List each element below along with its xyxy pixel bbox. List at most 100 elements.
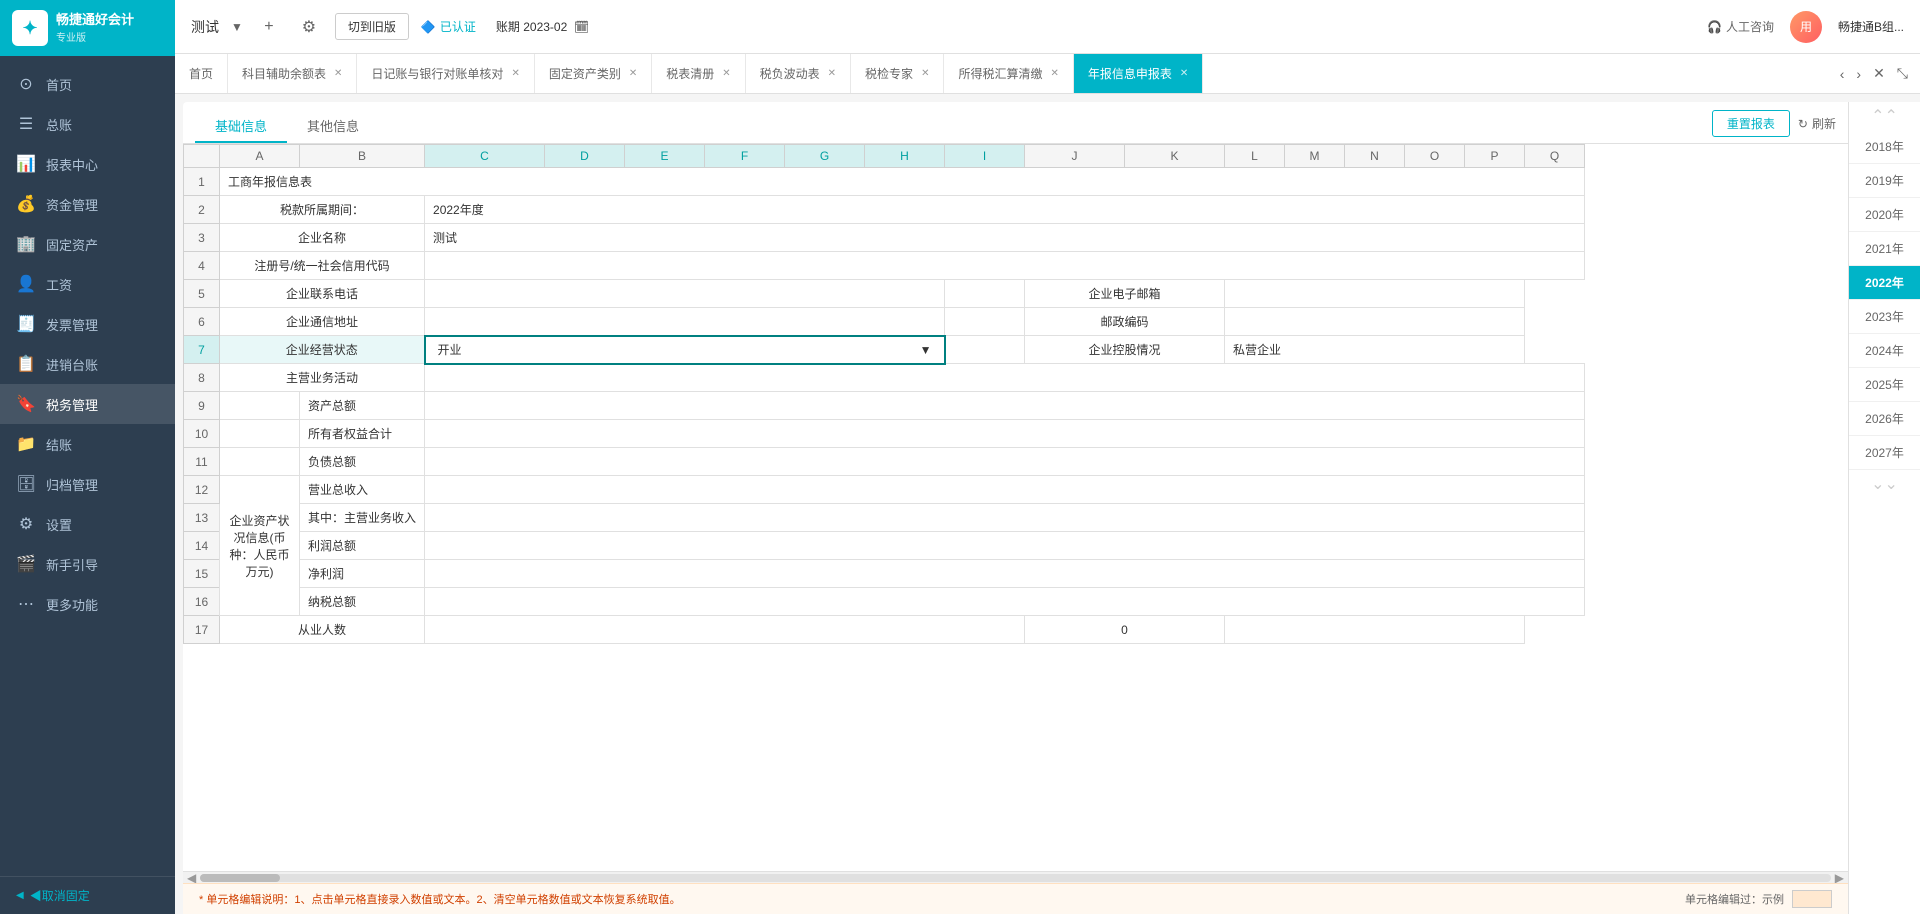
employees-num-cell[interactable]: 0 [1025, 616, 1225, 644]
service-button[interactable]: 🎧 人工咨询 [1707, 18, 1774, 35]
scrollbar-thumb[interactable] [200, 874, 280, 882]
table-row: 9 资产总额 [184, 392, 1585, 420]
tab-prev-button[interactable]: ‹ [1836, 62, 1849, 86]
tab-expand-button[interactable]: ⤡ [1893, 61, 1912, 86]
nav-item-reports[interactable]: 📊 报表中心 [0, 144, 175, 184]
nav-item-tax[interactable]: 🔖 税务管理 [0, 384, 175, 424]
scrollbar-track[interactable] [200, 874, 1831, 882]
holding-value-cell[interactable]: 私营企业 [1225, 336, 1525, 364]
horizontal-scrollbar[interactable]: ◀ ▶ [183, 871, 1848, 883]
nav-item-assets[interactable]: 🏢 固定资产 [0, 224, 175, 264]
year-item-2023[interactable]: 2023年 [1849, 300, 1920, 334]
nav-item-more[interactable]: ⋯ 更多功能 [0, 584, 175, 624]
nav-item-funds[interactable]: 💰 资金管理 [0, 184, 175, 224]
equity-value-cell[interactable] [425, 420, 1585, 448]
sidebar-collapse-btn[interactable]: ◀ ◀取消固定 [0, 876, 175, 914]
year-item-2021[interactable]: 2021年 [1849, 232, 1920, 266]
email-value-cell[interactable] [1225, 280, 1525, 308]
nav-item-settings[interactable]: ⚙ 设置 [0, 504, 175, 544]
year-item-2024[interactable]: 2024年 [1849, 334, 1920, 368]
tab-close-icon[interactable]: ✕ [511, 68, 519, 79]
net-profit-label-cell: 净利润 [300, 560, 425, 588]
period-value: 2023-02 [523, 20, 567, 34]
year-item-2025[interactable]: 2025年 [1849, 368, 1920, 402]
year-item-2020[interactable]: 2020年 [1849, 198, 1920, 232]
biz-status-value-cell[interactable]: 开业 ▼ [425, 336, 945, 364]
company-name: 测试 [191, 17, 219, 37]
postcode-value-cell[interactable] [1225, 308, 1525, 336]
main-revenue-value-cell[interactable] [425, 504, 1585, 532]
report-title[interactable]: 工商年报信息表 [220, 168, 1585, 196]
year-item-2027[interactable]: 2027年 [1849, 436, 1920, 470]
company-dropdown-icon[interactable]: ▼ [231, 20, 243, 34]
year-item-2019[interactable]: 2019年 [1849, 164, 1920, 198]
nav-label: 首页 [46, 75, 72, 94]
col-header-n: N [1345, 145, 1405, 168]
tab-other-info[interactable]: 其他信息 [287, 110, 379, 143]
profit-value-cell[interactable] [425, 532, 1585, 560]
nav-item-closing[interactable]: 📁 结账 [0, 424, 175, 464]
tab-auxiliary-balance[interactable]: 科目辅助余额表 ✕ [228, 54, 357, 93]
liabilities-value-cell[interactable] [425, 448, 1585, 476]
nav-label: 固定资产 [46, 235, 98, 254]
spreadsheet-container[interactable]: A B C D E F G H I J K L M [183, 144, 1848, 871]
liabilities-label-cell: 负债总额 [300, 448, 425, 476]
net-profit-value-cell[interactable] [425, 560, 1585, 588]
total-revenue-value-cell[interactable] [425, 476, 1585, 504]
corner-header [184, 145, 220, 168]
tab-close-all-button[interactable]: ✕ [1869, 61, 1889, 86]
tab-bank-reconciliation[interactable]: 日记账与银行对账单核对 ✕ [357, 54, 534, 93]
tab-tax-fluctuation[interactable]: 税负波动表 ✕ [746, 54, 851, 93]
tab-annual-report[interactable]: 年报信息申报表 ✕ [1074, 54, 1203, 93]
tab-close-icon[interactable]: ✕ [828, 68, 836, 79]
table-row: 2 税款所属期间： 2022年度 [184, 196, 1585, 224]
tab-home[interactable]: 首页 [175, 54, 228, 93]
address-value-cell[interactable] [425, 308, 945, 336]
tab-tax-register[interactable]: 税表清册 ✕ [652, 54, 745, 93]
year-item-2022[interactable]: 2022年 [1849, 266, 1920, 300]
tab-close-icon[interactable]: ✕ [629, 68, 637, 79]
tab-fixed-assets-category[interactable]: 固定资产类别 ✕ [535, 54, 652, 93]
period-value-cell[interactable]: 2022年度 [425, 196, 1585, 224]
year-item-2018[interactable]: 2018年 [1849, 130, 1920, 164]
row-num: 12 [184, 476, 220, 504]
add-button[interactable]: + [255, 13, 283, 41]
nav-item-invoice[interactable]: 🧾 发票管理 [0, 304, 175, 344]
years-scroll-down-btn[interactable]: ⌄ ⌄ [1849, 470, 1920, 498]
nav-item-archive[interactable]: 🗄 归档管理 [0, 464, 175, 504]
nav-item-ledger[interactable]: ☰ 总账 [0, 104, 175, 144]
tax-icon: 🔖 [16, 394, 36, 414]
tab-close-icon[interactable]: ✕ [921, 68, 929, 79]
tab-close-icon[interactable]: ✕ [334, 68, 342, 79]
tab-tax-expert[interactable]: 税检专家 ✕ [851, 54, 944, 93]
tab-income-tax[interactable]: 所得税汇算清缴 ✕ [944, 54, 1073, 93]
settings-gear-button[interactable]: ⚙ [295, 13, 323, 41]
old-version-button[interactable]: 切到旧版 [335, 13, 409, 40]
app-name: 畅捷通好会计 [56, 12, 134, 29]
company-value-cell[interactable]: 测试 [425, 224, 1585, 252]
nav-item-home[interactable]: ⊙ 首页 [0, 64, 175, 104]
tab-close-icon[interactable]: ✕ [1180, 68, 1188, 79]
topbar-right: 🎧 人工咨询 用 畅捷通B组... [1707, 11, 1904, 43]
nav-label: 结账 [46, 435, 72, 454]
refresh-button[interactable]: ↻ 刷新 [1798, 115, 1836, 132]
year-item-2026[interactable]: 2026年 [1849, 402, 1920, 436]
employees-value-cell[interactable] [425, 616, 1025, 644]
tab-close-icon[interactable]: ✕ [722, 68, 730, 79]
tax-total-value-cell[interactable] [425, 588, 1585, 616]
tab-close-icon[interactable]: ✕ [1050, 68, 1058, 79]
company-label-cell: 企业名称 [220, 224, 425, 252]
nav-item-payroll[interactable]: 👤 工资 [0, 264, 175, 304]
total-assets-value-cell[interactable] [425, 392, 1585, 420]
reset-report-button[interactable]: 重置报表 [1712, 110, 1790, 137]
nav-item-guide[interactable]: 🎬 新手引导 [0, 544, 175, 584]
phone-value-cell[interactable] [425, 280, 945, 308]
dropdown-arrow-icon[interactable]: ▼ [920, 343, 932, 357]
payroll-icon: 👤 [16, 274, 36, 294]
tab-next-button[interactable]: › [1852, 62, 1865, 86]
nav-item-inventory[interactable]: 📋 进销台账 [0, 344, 175, 384]
years-scroll-up-btn[interactable]: ⌃ ⌃ [1849, 102, 1920, 130]
reg-num-value-cell[interactable] [425, 252, 1585, 280]
tab-basic-info[interactable]: 基础信息 [195, 110, 287, 143]
main-biz-value-cell[interactable] [425, 364, 1585, 392]
